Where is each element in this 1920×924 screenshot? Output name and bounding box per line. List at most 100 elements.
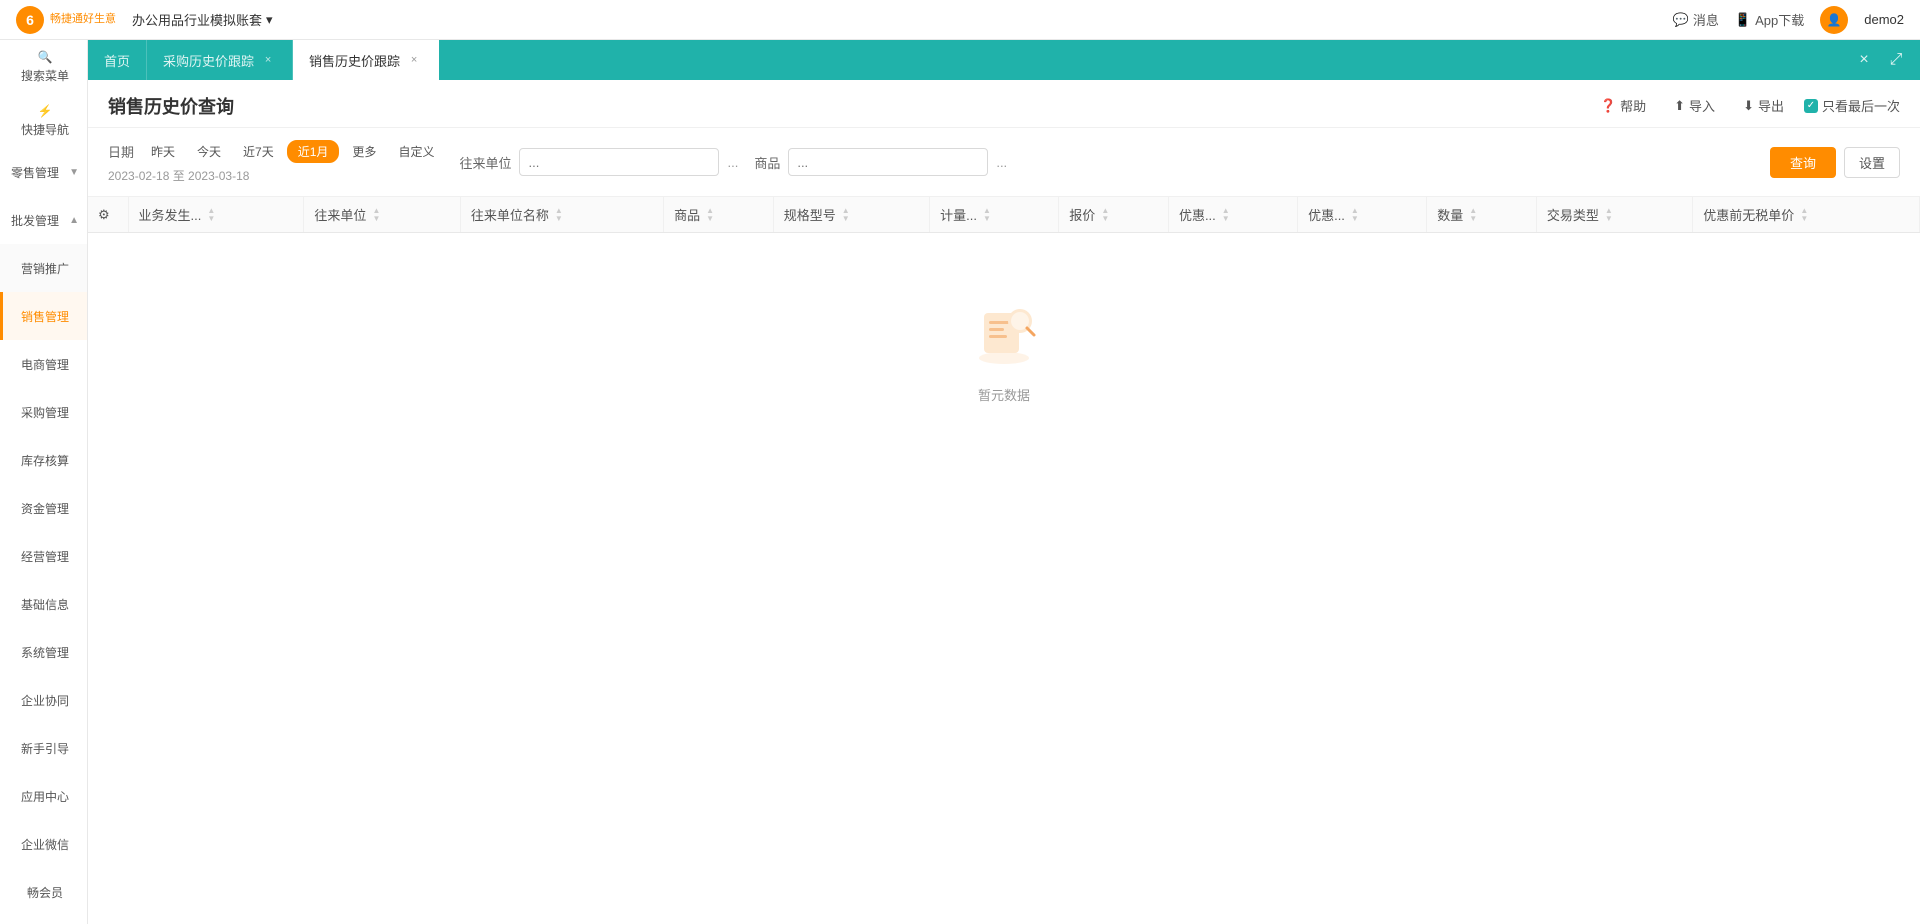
sidebar-item-wholesale-mgmt[interactable]: 批发管理 ▲ [0,196,87,244]
top-bar: 6 畅捷通好生意 办公用品行业模拟账套 ▾ 💬 消息 📱 App下载 👤 dem… [0,0,1920,40]
th-quote[interactable]: 报价 ▲▼ [1059,197,1169,233]
top-bar-left: 6 畅捷通好生意 办公用品行业模拟账套 ▾ [16,6,281,34]
logo-area: 6 畅捷通好生意 [16,6,116,34]
date-btn-yesterday[interactable]: 昨天 [142,140,184,163]
tab-bar: 首页 采购历史价跟踪 × 销售历史价跟踪 × × ⤢ [88,40,1920,80]
close-all-button[interactable]: × [1852,48,1876,72]
sidebar-item-retail-mgmt[interactable]: 零售管理 ▼ [0,148,87,196]
search-icon: 🔍 [38,50,53,64]
th-unit-label: 计量... [940,205,977,224]
filter-bar: 日期 昨天 今天 近7天 近1月 更多 自定义 2023-02-18 至 202… [88,128,1920,197]
partner-dots-button[interactable]: ... [727,155,738,170]
user-name[interactable]: demo2 [1864,12,1904,27]
th-partner-name-label: 往来单位名称 [471,205,549,224]
tab-sales-history-close[interactable]: × [406,52,422,68]
th-spec[interactable]: 规格型号 ▲▼ [773,197,929,233]
th-business-date[interactable]: 业务发生... ▲▼ [128,197,304,233]
tab-purchase-history-label: 采购历史价跟踪 [163,51,254,70]
sidebar-item-marketing[interactable]: 营销推广 [0,244,87,292]
date-btn-last1m[interactable]: 近1月 [287,140,340,163]
partner-input[interactable] [519,148,719,176]
th-goods[interactable]: 商品 ▲▼ [664,197,774,233]
message-action[interactable]: 💬 消息 [1673,10,1719,29]
sidebar-item-basic-info[interactable]: 基础信息 [0,580,87,628]
th-business-date-label: 业务发生... [139,205,202,224]
app-download-action[interactable]: 📱 App下载 [1735,10,1804,29]
sidebar-item-quick-nav[interactable]: ⚡ 快捷导航 [0,94,87,148]
sidebar-item-label: 零售管理 [11,164,59,181]
table-container: ⚙ 业务发生... ▲▼ 往来单位 [88,197,1920,924]
sidebar-item-app-center[interactable]: 应用中心 [0,772,87,820]
th-discount2[interactable]: 优惠... ▲▼ [1298,197,1427,233]
query-button[interactable]: 查询 [1770,147,1836,178]
nav-icon: ⚡ [38,104,53,118]
tab-purchase-history-close[interactable]: × [260,52,276,68]
th-trade-type[interactable]: 交易类型 ▲▼ [1536,197,1692,233]
sidebar-item-finance[interactable]: 资金管理 [0,484,87,532]
setting-button[interactable]: 设置 [1844,147,1900,178]
export-button[interactable]: ⬇ 导出 [1735,92,1792,119]
tab-sales-history[interactable]: 销售历史价跟踪 × [293,40,439,80]
top-bar-right: 💬 消息 📱 App下载 👤 demo2 [1673,6,1904,34]
chevron-down-icon: ▼ [69,167,79,178]
th-settings[interactable]: ⚙ [88,197,128,233]
sidebar-item-label: 经营管理 [21,548,69,565]
sidebar-item-search-menu[interactable]: 🔍 搜索菜单 [0,40,87,94]
date-filter-group: 日期 昨天 今天 近7天 近1月 更多 自定义 2023-02-18 至 202… [108,140,443,184]
date-btn-last7[interactable]: 近7天 [234,140,283,163]
tab-bar-actions: × ⤢ [1852,48,1920,72]
tab-sales-history-label: 销售历史价跟踪 [309,51,400,70]
app-download-label: App下载 [1755,10,1804,29]
date-btn-today[interactable]: 今天 [188,140,230,163]
sidebar-item-sales-mgmt[interactable]: 销售管理 [0,292,87,340]
th-partner-name[interactable]: 往来单位名称 ▲▼ [460,197,663,233]
sort-icon: ▲▼ [1800,207,1808,223]
tab-home[interactable]: 首页 [88,40,147,80]
avatar[interactable]: 👤 [1820,6,1848,34]
message-icon: 💬 [1673,12,1689,28]
sidebar-item-label: 库存核算 [21,452,69,469]
tab-purchase-history[interactable]: 采购历史价跟踪 × [147,40,293,80]
help-button[interactable]: ❓ 帮助 [1592,92,1654,119]
th-partner-code[interactable]: 往来单位 ▲▼ [304,197,460,233]
partner-filter-group: 往来单位 ... [459,148,738,176]
sidebar-item-label: 系统管理 [21,644,69,661]
th-discount1[interactable]: 优惠... ▲▼ [1168,197,1297,233]
sidebar-item-ops-mgmt[interactable]: 经营管理 [0,532,87,580]
sidebar-item-ecom-mgmt[interactable]: 电商管理 [0,340,87,388]
sidebar-item-label: 基础信息 [21,596,69,613]
sidebar-item-purchase-mgmt[interactable]: 采购管理 [0,388,87,436]
sidebar-item-label: 企业协同 [21,692,69,709]
th-pretax-price-label: 优惠前无税单价 [1703,205,1794,224]
date-btn-more[interactable]: 更多 [343,140,385,163]
workspace-selector[interactable]: 办公用品行业模拟账套 ▾ [124,6,281,33]
sidebar-item-corp-agreement[interactable]: 企业协同 [0,676,87,724]
expand-button[interactable]: ⤢ [1884,48,1908,72]
sidebar-item-label: 资金管理 [21,500,69,517]
workspace-name: 办公用品行业模拟账套 [132,10,262,29]
sidebar-item-label: 企业微信 [21,836,69,853]
th-discount2-label: 优惠... [1308,205,1345,224]
main-layout: 🔍 搜索菜单 ⚡ 快捷导航 零售管理 ▼ 批发管理 ▲ 营销推广 销售管理 电商… [0,40,1920,924]
date-btn-custom[interactable]: 自定义 [389,140,443,163]
th-quantity[interactable]: 数量 ▲▼ [1427,197,1537,233]
date-options: 昨天 今天 近7天 近1月 更多 自定义 [142,140,443,163]
goods-dots-button[interactable]: ... [996,155,1007,170]
goods-input[interactable] [788,148,988,176]
only-last-checkbox[interactable]: ✓ [1804,99,1818,113]
th-unit[interactable]: 计量... ▲▼ [930,197,1059,233]
help-label: 帮助 [1620,96,1646,115]
sidebar-item-label: 电商管理 [21,356,69,373]
sidebar-item-label: 营销推广 [21,260,69,277]
chevron-up-icon: ▲ [69,215,79,226]
date-range-text: 2023-02-18 至 2023-03-18 [108,167,443,184]
import-button[interactable]: ⬆ 导入 [1666,92,1723,119]
sidebar-item-label: 采购管理 [21,404,69,421]
sidebar-item-membership[interactable]: 畅会员 [0,868,87,916]
sidebar-item-inventory[interactable]: 库存核算 [0,436,87,484]
th-pretax-price[interactable]: 优惠前无税单价 ▲▼ [1693,197,1920,233]
sidebar-item-system-mgmt[interactable]: 系统管理 [0,628,87,676]
import-label: 导入 [1689,96,1715,115]
sidebar-item-guide[interactable]: 新手引导 [0,724,87,772]
sidebar-item-corp-wechat[interactable]: 企业微信 [0,820,87,868]
